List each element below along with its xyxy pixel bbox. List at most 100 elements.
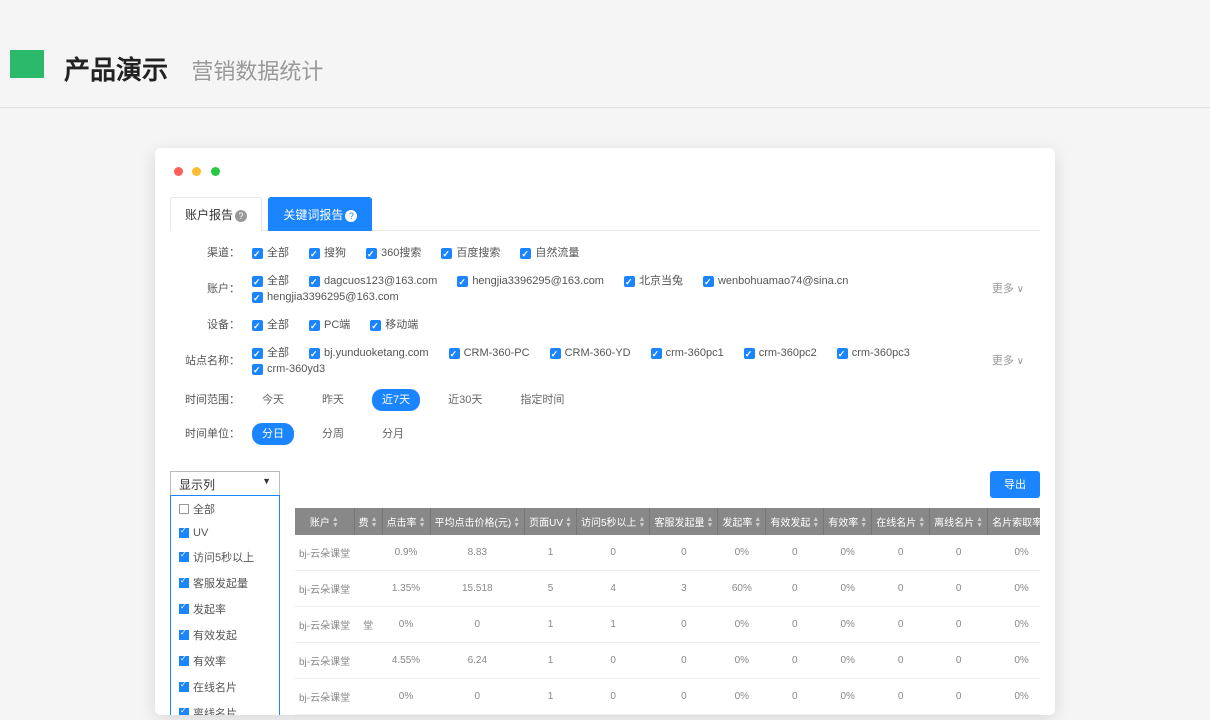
checkbox-option[interactable]: CRM-360-YD xyxy=(550,345,631,361)
page-subtitle: 营销数据统计 xyxy=(191,59,323,84)
item-label: 离线名片 xyxy=(193,705,237,715)
filter-label: 站点名称： xyxy=(180,353,240,369)
checkbox-option[interactable]: 全部 xyxy=(252,245,289,261)
checkbox-option[interactable]: hengjia3396295@163.com xyxy=(252,289,399,305)
column-header[interactable]: 有效率▲▼ xyxy=(824,508,872,535)
cell xyxy=(354,679,382,715)
checkbox-option[interactable]: crm-360pc2 xyxy=(744,345,817,361)
check-icon xyxy=(651,348,662,359)
help-icon[interactable]: ? xyxy=(235,210,247,222)
checkbox-option[interactable]: crm-360pc3 xyxy=(837,345,910,361)
cell: 0% xyxy=(988,643,1040,679)
dropdown-item[interactable]: 在线名片 xyxy=(171,674,279,700)
help-icon[interactable]: ? xyxy=(345,210,357,222)
column-header[interactable]: 访问5秒以上▲▼ xyxy=(576,508,650,535)
column-header[interactable]: 账户▲▼ xyxy=(295,508,354,535)
check-icon xyxy=(179,504,189,514)
cell: 0.9% xyxy=(382,535,430,571)
dropdown-item[interactable]: 客服发起量 xyxy=(171,570,279,596)
option-label: crm-360yd3 xyxy=(267,361,325,377)
checkbox-option[interactable]: 移动端 xyxy=(370,317,418,333)
dropdown-item[interactable]: 有效率 xyxy=(171,648,279,674)
checkbox-option[interactable]: crm-360yd3 xyxy=(252,361,325,377)
checkbox-option[interactable]: 全部 xyxy=(252,273,289,289)
column-header[interactable]: 离线名片▲▼ xyxy=(930,508,988,535)
cell: 0 xyxy=(766,535,824,571)
checkbox-option[interactable]: hengjia3396295@163.com xyxy=(457,273,604,289)
column-header[interactable]: 发起率▲▼ xyxy=(718,508,766,535)
cell: 0% xyxy=(824,643,872,679)
check-icon xyxy=(252,248,263,259)
option-label: crm-360pc1 xyxy=(666,345,724,361)
close-icon[interactable] xyxy=(174,167,183,176)
cell: 0 xyxy=(766,607,824,643)
checkbox-option[interactable]: CRM-360-PC xyxy=(449,345,530,361)
check-icon xyxy=(309,320,320,331)
checkbox-option[interactable]: 360搜索 xyxy=(366,245,421,261)
column-select-toggle[interactable]: 显示列 xyxy=(170,471,280,498)
tab-keyword-report[interactable]: 关键词报告? xyxy=(268,197,372,231)
cell: 60% xyxy=(718,571,766,607)
time-option[interactable]: 昨天 xyxy=(312,389,354,411)
dropdown-item[interactable]: 发起率 xyxy=(171,596,279,622)
check-icon xyxy=(520,248,531,259)
tab-account-report[interactable]: 账户报告? xyxy=(170,197,262,231)
option-label: crm-360pc2 xyxy=(759,345,817,361)
more-link[interactable]: 更多 xyxy=(992,281,1024,298)
checkbox-option[interactable]: crm-360pc1 xyxy=(651,345,724,361)
export-button[interactable]: 导出 xyxy=(990,471,1040,498)
checkbox-option[interactable]: bj.yunduoketang.com xyxy=(309,345,429,361)
checkbox-option[interactable]: 自然流量 xyxy=(520,245,579,261)
column-header[interactable]: 有效发起▲▼ xyxy=(766,508,824,535)
column-header[interactable]: 平均点击价格(元)▲▼ xyxy=(430,508,525,535)
sort-icon: ▲▼ xyxy=(565,517,572,529)
check-icon xyxy=(252,364,263,375)
checkbox-option[interactable]: PC端 xyxy=(309,317,350,333)
dropdown-item[interactable]: 全部 xyxy=(171,496,279,522)
check-icon xyxy=(252,292,263,303)
time-option[interactable]: 分月 xyxy=(372,423,414,445)
cell: 0 xyxy=(650,643,718,679)
time-option[interactable]: 近30天 xyxy=(438,389,492,411)
checkbox-option[interactable]: dagcuos123@163.com xyxy=(309,273,437,289)
option-label: dagcuos123@163.com xyxy=(324,273,437,289)
cell: 4 xyxy=(576,571,650,607)
column-select[interactable]: 显示列 全部UV访问5秒以上客服发起量发起率有效发起有效率在线名片离线名片名片索… xyxy=(170,471,280,498)
dropdown-item[interactable]: 有效发起 xyxy=(171,622,279,648)
report-tabs: 账户报告? 关键词报告? xyxy=(170,197,1040,231)
cell: 0 xyxy=(430,607,525,643)
time-option[interactable]: 近7天 xyxy=(372,389,420,411)
checkbox-option[interactable]: 搜狗 xyxy=(309,245,346,261)
column-header[interactable]: 页面UV▲▼ xyxy=(525,508,577,535)
checkbox-option[interactable]: 全部 xyxy=(252,317,289,333)
cell: 0% xyxy=(718,643,766,679)
checkbox-option[interactable]: 百度搜索 xyxy=(441,245,500,261)
dropdown-item[interactable]: 离线名片 xyxy=(171,700,279,715)
time-option[interactable]: 分周 xyxy=(312,423,354,445)
checkbox-option[interactable]: 北京当兔 xyxy=(624,273,683,289)
more-link[interactable]: 更多 xyxy=(992,353,1024,370)
column-dropdown[interactable]: 全部UV访问5秒以上客服发起量发起率有效发起有效率在线名片离线名片名片索取率有效… xyxy=(170,495,280,715)
filter-account: 账户： 全部dagcuos123@163.comhengjia3396295@1… xyxy=(180,273,1030,305)
dropdown-item[interactable]: 访问5秒以上 xyxy=(171,544,279,570)
check-icon xyxy=(179,578,189,588)
column-header[interactable]: 在线名片▲▼ xyxy=(872,508,930,535)
time-option[interactable]: 今天 xyxy=(252,389,294,411)
checkbox-option[interactable]: wenbohuamao74@sina.cn xyxy=(703,273,848,289)
checkbox-option[interactable]: 全部 xyxy=(252,345,289,361)
dropdown-item[interactable]: UV xyxy=(171,522,279,544)
option-label: CRM-360-YD xyxy=(565,345,631,361)
column-header[interactable]: 名片索取率▲▼ xyxy=(988,508,1040,535)
item-label: 有效率 xyxy=(193,653,226,669)
time-option[interactable]: 指定时间 xyxy=(510,389,574,411)
sort-icon: ▲▼ xyxy=(918,517,925,529)
column-header[interactable]: 点击率▲▼ xyxy=(382,508,430,535)
option-label: bj.yunduoketang.com xyxy=(324,345,429,361)
cell: 0% xyxy=(382,679,430,715)
time-option[interactable]: 分日 xyxy=(252,423,294,445)
minimize-icon[interactable] xyxy=(192,167,201,176)
column-header[interactable]: 费▲▼ xyxy=(354,508,382,535)
option-label: crm-360pc3 xyxy=(852,345,910,361)
maximize-icon[interactable] xyxy=(211,167,220,176)
column-header[interactable]: 客服发起量▲▼ xyxy=(650,508,718,535)
